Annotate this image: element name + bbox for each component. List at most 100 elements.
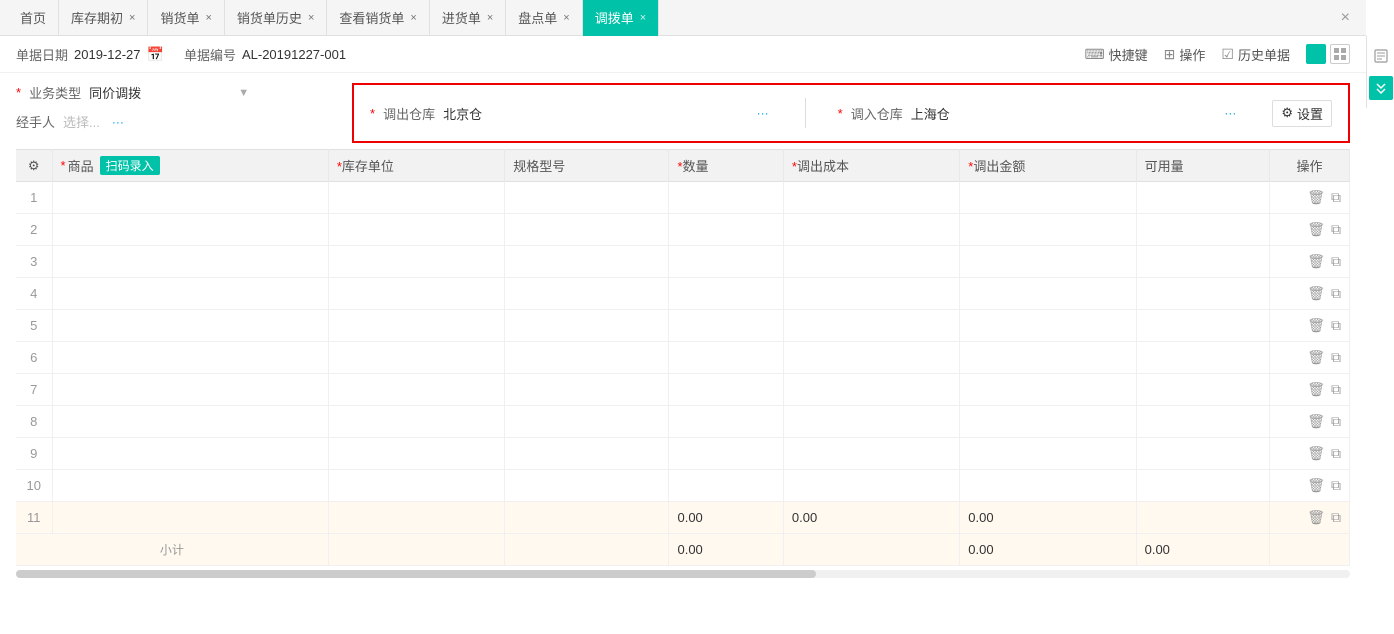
tab-home[interactable]: 首页 (8, 0, 59, 36)
copy-icon[interactable]: ⧉ (1331, 509, 1341, 526)
tab-sales-order[interactable]: 销货单 × (148, 0, 224, 36)
delete-icon[interactable]: 🗑 (1307, 221, 1325, 238)
close-tab-4[interactable]: × (410, 12, 416, 24)
settings-button[interactable]: ⚙ 设置 (1272, 100, 1332, 127)
business-type-select[interactable]: 同价调拨 ▼ (89, 83, 249, 102)
scroll-area[interactable] (0, 566, 1366, 578)
top-toolbar: 单据日期 2019-12-27 📅 单据编号 AL-20191227-001 ⌨… (0, 36, 1366, 73)
operation-action[interactable]: ⊞ 操作 (1164, 45, 1206, 64)
delete-icon[interactable]: 🗑 (1307, 253, 1325, 270)
grid-view-btn[interactable] (1330, 44, 1350, 64)
business-type-row: * 业务类型 同价调拨 ▼ (16, 83, 336, 102)
toolbar-right: ⌨ 快捷键 ⊞ 操作 ☑ 历史单据 (1084, 44, 1350, 64)
table-row: 8🗑⧉ (16, 406, 1350, 438)
gear-icon: ⚙ (1281, 105, 1293, 121)
copy-icon[interactable]: ⧉ (1331, 477, 1341, 494)
tab-sales-history[interactable]: 销货单历史 × (225, 0, 327, 36)
delete-icon[interactable]: 🗑 (1307, 509, 1325, 526)
operation-icon: ⊞ (1164, 46, 1176, 63)
table-row: 1🗑⧉ (16, 182, 1350, 214)
th-available: 可用量 (1136, 150, 1269, 182)
transfer-in-label: 调入仓库 (851, 104, 903, 123)
sidebar-notes-icon[interactable] (1369, 44, 1393, 68)
history-action[interactable]: ☑ 历史单据 (1221, 45, 1290, 64)
close-all-tabs[interactable]: × (1333, 9, 1358, 27)
tab-purchase[interactable]: 进货单 × (430, 0, 506, 36)
transfer-out-more-btn[interactable]: ··· (753, 106, 773, 120)
form-left: * 业务类型 同价调拨 ▼ 经手人 选择... ··· (16, 83, 336, 131)
business-type-value: 同价调拨 (89, 83, 232, 102)
copy-icon[interactable]: ⧉ (1331, 285, 1341, 302)
field-divider (805, 98, 806, 128)
copy-icon[interactable]: ⧉ (1331, 189, 1341, 206)
shortcut-icon: ⌨ (1084, 46, 1104, 63)
subtotal-label-row: 小计 0.00 0.00 0.00 (16, 534, 1350, 566)
tab-stocktake[interactable]: 盘点单 × (506, 0, 582, 36)
table-row: 10🗑⧉ (16, 470, 1350, 502)
delete-icon[interactable]: 🗑 (1307, 413, 1325, 430)
delete-icon[interactable]: 🗑 (1307, 445, 1325, 462)
close-tab-1[interactable]: × (129, 12, 135, 24)
horizontal-scrollbar[interactable] (16, 570, 1350, 578)
shortcut-action[interactable]: ⌨ 快捷键 (1084, 45, 1147, 64)
view-toggle (1306, 44, 1350, 64)
business-type-star: * (16, 85, 21, 100)
table-area: ⚙ * 商品 扫码录入 *库存单位 规格型号 *数量 (0, 149, 1366, 566)
toolbar-left: 单据日期 2019-12-27 📅 单据编号 AL-20191227-001 (16, 45, 1064, 64)
tab-bar: 首页 库存期初 × 销货单 × 销货单历史 × 查看销货单 × 进货单 × 盘点… (0, 0, 1366, 36)
transfer-in-field: * 调入仓库 上海仓 ··· (838, 104, 1241, 123)
number-label: 单据编号 (184, 45, 236, 64)
table-row: 6🗑⧉ (16, 342, 1350, 374)
th-quantity: *数量 (669, 150, 783, 182)
dropdown-arrow-icon: ▼ (238, 87, 249, 99)
tab-transfer[interactable]: 调拨单 × (583, 0, 659, 36)
scan-entry-button[interactable]: 扫码录入 (100, 156, 160, 175)
copy-icon[interactable]: ⧉ (1331, 381, 1341, 398)
delete-icon[interactable]: 🗑 (1307, 381, 1325, 398)
person-label: 经手人 (16, 112, 55, 131)
delete-icon[interactable]: 🗑 (1307, 189, 1325, 206)
table-row: 9🗑⧉ (16, 438, 1350, 470)
delete-icon[interactable]: 🗑 (1307, 317, 1325, 334)
copy-icon[interactable]: ⧉ (1331, 445, 1341, 462)
table-row: 3🗑⧉ (16, 246, 1350, 278)
date-value[interactable]: 2019-12-27 (74, 47, 141, 62)
copy-icon[interactable]: ⧉ (1331, 221, 1341, 238)
th-operations: 操作 (1270, 150, 1350, 182)
close-tab-7[interactable]: × (640, 12, 646, 24)
tab-view-sales[interactable]: 查看销货单 × (327, 0, 429, 36)
number-field-group: 单据编号 AL-20191227-001 (184, 45, 346, 64)
scrollbar-thumb[interactable] (16, 570, 816, 578)
sidebar-expand-icon[interactable] (1369, 76, 1393, 100)
table-row: 2🗑⧉ (16, 214, 1350, 246)
delete-icon[interactable]: 🗑 (1307, 477, 1325, 494)
th-spec: 规格型号 (505, 150, 669, 182)
th-settings[interactable]: ⚙ (16, 150, 52, 182)
transfer-in-star: * (838, 106, 843, 121)
table-row: 5🗑⧉ (16, 310, 1350, 342)
copy-icon[interactable]: ⧉ (1331, 253, 1341, 270)
transfer-in-value[interactable]: 上海仓 (911, 104, 1213, 123)
tab-inventory-init[interactable]: 库存期初 × (59, 0, 148, 36)
table-row: 7🗑⧉ (16, 374, 1350, 406)
delete-icon[interactable]: 🗑 (1307, 285, 1325, 302)
copy-icon[interactable]: ⧉ (1331, 413, 1341, 430)
close-tab-5[interactable]: × (487, 12, 493, 24)
data-table: ⚙ * 商品 扫码录入 *库存单位 规格型号 *数量 (16, 149, 1350, 566)
transfer-out-star: * (370, 106, 375, 121)
person-placeholder[interactable]: 选择... (63, 112, 100, 131)
form-area: * 业务类型 同价调拨 ▼ 经手人 选择... ··· * 调出仓库 北京仓 ·… (0, 73, 1366, 149)
transfer-in-more-btn[interactable]: ··· (1220, 106, 1240, 120)
close-tab-6[interactable]: × (563, 12, 569, 24)
close-tab-2[interactable]: × (205, 12, 211, 24)
close-tab-3[interactable]: × (308, 12, 314, 24)
person-more-btn[interactable]: ··· (108, 115, 128, 129)
copy-icon[interactable]: ⧉ (1331, 349, 1341, 366)
subtotal-row: 11 0.00 0.00 0.00 🗑⧉ (16, 502, 1350, 534)
copy-icon[interactable]: ⧉ (1331, 317, 1341, 334)
transfer-out-value[interactable]: 北京仓 (443, 104, 745, 123)
calendar-icon[interactable]: 📅 (147, 46, 164, 63)
table-row: 4🗑⧉ (16, 278, 1350, 310)
list-view-btn[interactable] (1306, 44, 1326, 64)
delete-icon[interactable]: 🗑 (1307, 349, 1325, 366)
